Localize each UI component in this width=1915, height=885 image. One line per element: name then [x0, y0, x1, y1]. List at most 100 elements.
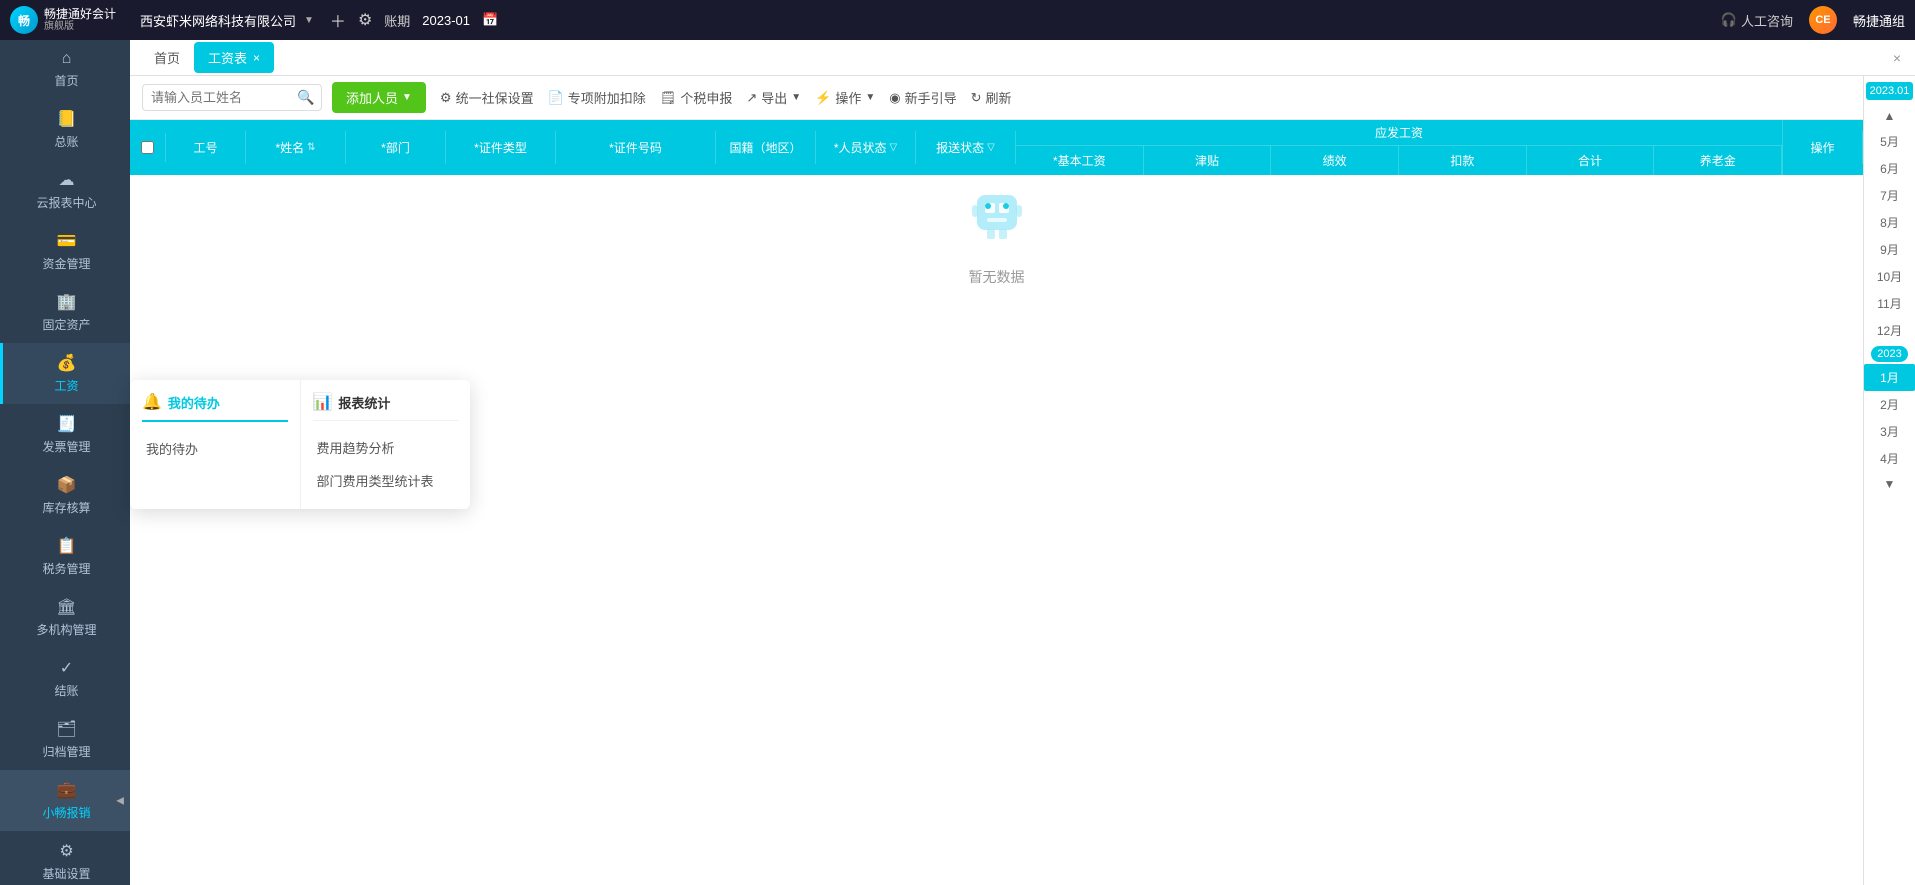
popup-col-todo: 🔔 我的待办 我的待办: [130, 380, 301, 509]
sidebar-label-inventory: 库存核算: [42, 499, 90, 516]
th-checkbox[interactable]: [130, 133, 166, 162]
sidebar-label-xiaochang: 小畅报销: [42, 804, 90, 821]
timeline-item-feb[interactable]: 2月: [1864, 391, 1915, 418]
timeline-item-6[interactable]: 6月: [1864, 155, 1915, 182]
th-country: 国籍（地区）: [716, 131, 816, 164]
search-icon[interactable]: 🔍: [297, 89, 314, 106]
tab-home[interactable]: 首页: [140, 42, 194, 73]
add-period-icon[interactable]: ＋: [330, 8, 346, 32]
popup-title-reports[interactable]: 📊 报表统计: [313, 392, 459, 421]
sidebar-item-tax[interactable]: 📋 税务管理: [0, 526, 130, 587]
sidebar-item-archive[interactable]: 🗂 归档管理: [0, 709, 130, 770]
timeline-item-9[interactable]: 9月: [1864, 236, 1915, 263]
select-all-checkbox[interactable]: [141, 141, 154, 154]
social-insurance-action[interactable]: ⚙ 统一社保设置: [440, 88, 534, 107]
logo-area: 畅 畅捷通好会计 旗舰版: [10, 6, 140, 34]
deduction-icon: 📄: [548, 90, 564, 106]
period-value: 2023-01: [422, 13, 470, 28]
popup-item-my-todo[interactable]: 我的待办: [142, 432, 288, 465]
timeline-item-mar[interactable]: 3月: [1864, 418, 1915, 445]
timeline-item-10[interactable]: 10月: [1864, 263, 1915, 290]
sidebar-item-invoice[interactable]: 🧾 发票管理: [0, 404, 130, 465]
tab-close-button[interactable]: ×: [253, 51, 260, 65]
calendar-icon[interactable]: 📅: [482, 12, 498, 28]
export-action[interactable]: ↗ 导出 ▼: [746, 88, 801, 107]
timeline-up-arrow[interactable]: ▲: [1864, 104, 1915, 128]
right-timeline: 2023.01 ▲ 5月 6月 7月 8月 9月 10月 11月 12月 202…: [1863, 76, 1915, 885]
th-total: 合计: [1527, 146, 1655, 175]
settings-icon[interactable]: ⚙: [358, 10, 372, 30]
popup-title-todo[interactable]: 🔔 我的待办: [142, 392, 288, 422]
sidebar-item-xiaochang[interactable]: 💼 小畅报销 ◀: [0, 770, 130, 831]
th-salary-group: 应发工资 *基本工资 津贴 绩效 扣款 合计 养老金: [1016, 120, 1783, 175]
top-bar: 畅 畅捷通好会计 旗舰版 西安虾米网络科技有限公司 ▼ ＋ ⚙ 账期 2023-…: [0, 0, 1915, 40]
special-deduction-action[interactable]: 📄 专项附加扣除: [548, 88, 646, 107]
timeline-item-11[interactable]: 11月: [1864, 290, 1915, 317]
timeline-item-apr[interactable]: 4月: [1864, 445, 1915, 472]
logo-text: 畅捷通好会计 旗舰版: [44, 7, 116, 33]
sidebar-item-payroll[interactable]: 💰 工资: [0, 343, 130, 404]
empty-text: 暂无数据: [969, 267, 1025, 287]
th-employee-no: 工号: [166, 131, 246, 164]
sidebar-label-multi-org: 多机构管理: [36, 621, 96, 638]
support-link[interactable]: 🎧 人工咨询: [1721, 11, 1793, 30]
timeline-item-5[interactable]: 5月: [1864, 128, 1915, 155]
sidebar-item-home[interactable]: ⌂ 首页: [0, 40, 130, 99]
th-dept: *部门: [346, 131, 446, 164]
sidebar-item-settings[interactable]: ⚙ 基础设置: [0, 831, 130, 885]
popup-item-cost-trend[interactable]: 费用趋势分析: [313, 431, 459, 464]
sidebar-label-close: 结账: [54, 682, 78, 699]
sidebar-item-report[interactable]: ☁ 云报表中心: [0, 160, 130, 221]
sidebar-label-report: 云报表中心: [36, 194, 96, 211]
person-status-filter-icon[interactable]: ▽: [889, 142, 897, 153]
tab-payroll[interactable]: 工资表 ×: [194, 42, 274, 73]
timeline-item-8[interactable]: 8月: [1864, 209, 1915, 236]
table-header: 工号 *姓名 ⇅ *部门 *证件类型 *证件号码 国籍（地区） *人员状态 ▽: [130, 120, 1863, 175]
timeline-item-jan[interactable]: 1月: [1864, 364, 1915, 391]
toolbar: 🔍 添加人员 ▼ ⚙ 统一社保设置 📄 专项附加扣除: [130, 76, 1863, 120]
add-employee-button[interactable]: 添加人员 ▼: [332, 82, 426, 113]
sidebar: ⌂ 首页 📒 总账 ☁ 云报表中心 💳 资金管理 🏢 固定资产 💰 工资 🧾 发…: [0, 40, 130, 885]
sidebar-item-inventory[interactable]: 📦 库存核算: [0, 465, 130, 526]
empty-state: 暂无数据: [130, 175, 1863, 287]
sidebar-item-close[interactable]: ✓ 结账: [0, 648, 130, 709]
tax-report-action[interactable]: 🗒 个税申报: [660, 88, 733, 107]
refresh-action[interactable]: ↻ 刷新: [971, 88, 1012, 107]
tab-close-right-button[interactable]: ×: [1889, 46, 1905, 70]
sidebar-label-ledger: 总账: [54, 133, 78, 150]
search-input[interactable]: [151, 90, 291, 105]
timeline-item-12[interactable]: 12月: [1864, 317, 1915, 344]
sidebar-item-finance[interactable]: 💳 资金管理: [0, 221, 130, 282]
th-name: *姓名 ⇅: [246, 131, 346, 164]
sidebar-label-settings: 基础设置: [42, 865, 90, 882]
company-selector[interactable]: 西安虾米网络科技有限公司 ▼: [140, 11, 314, 30]
sidebar-label-finance: 资金管理: [42, 255, 90, 272]
sidebar-item-assets[interactable]: 🏢 固定资产: [0, 282, 130, 343]
popup-col-reports: 📊 报表统计 费用趋势分析 部门费用类型统计表: [301, 380, 471, 509]
expense-icon: 💼: [57, 780, 77, 800]
tax-report-icon: 🗒: [660, 90, 677, 106]
operation-action[interactable]: ⚡ 操作 ▼: [815, 88, 875, 107]
name-sort-icon[interactable]: ⇅: [307, 142, 315, 153]
th-salary-group-title: 应发工资: [1016, 120, 1782, 146]
sidebar-item-multi-org[interactable]: 🏛 多机构管理: [0, 587, 130, 648]
todo-popup-icon: 🔔: [142, 392, 162, 412]
report-status-filter-icon[interactable]: ▽: [987, 142, 995, 153]
logo-icon: 畅: [10, 6, 38, 34]
timeline-down-arrow[interactable]: ▼: [1864, 472, 1915, 496]
th-cert-type: *证件类型: [446, 131, 556, 164]
cloud-icon: ☁: [59, 170, 75, 190]
finance-icon: 💳: [57, 231, 77, 251]
sidebar-label-tax: 税务管理: [42, 560, 90, 577]
timeline-item-7[interactable]: 7月: [1864, 182, 1915, 209]
table-header-row1: 工号 *姓名 ⇅ *部门 *证件类型 *证件号码 国籍（地区） *人员状态 ▽: [130, 120, 1863, 175]
archive-icon: 🗂: [56, 719, 76, 739]
invoice-icon: 🧾: [57, 414, 77, 434]
add-chevron-icon: ▼: [402, 92, 412, 103]
headset-icon: 🎧: [1721, 12, 1737, 28]
popup-item-dept-cost[interactable]: 部门费用类型统计表: [313, 464, 459, 497]
guide-action[interactable]: ◉ 新手引导: [889, 88, 956, 107]
sidebar-item-ledger[interactable]: 📒 总账: [0, 99, 130, 160]
ledger-icon: 📒: [57, 109, 77, 129]
timeline-header: 2023.01: [1866, 82, 1914, 100]
